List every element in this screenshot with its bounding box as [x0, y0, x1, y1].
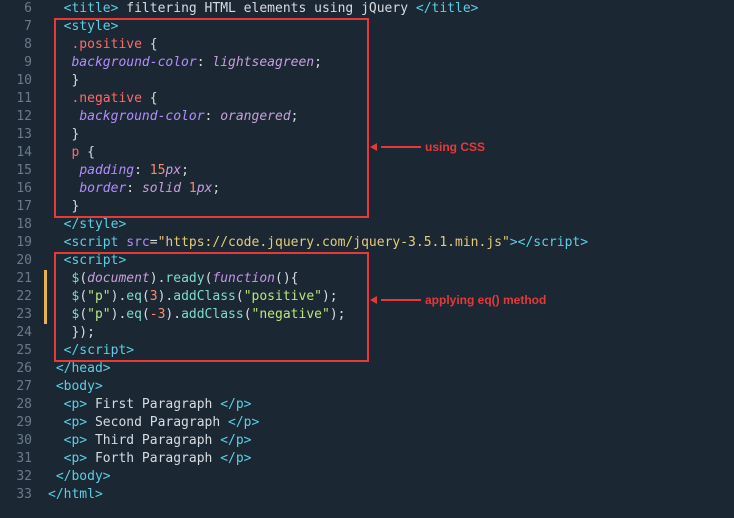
- line-number: 12: [0, 108, 48, 126]
- code-line[interactable]: 20 <script>: [0, 252, 734, 270]
- code-content[interactable]: <p> Second Paragraph </p>: [48, 414, 259, 432]
- code-line[interactable]: 6 <title> filtering HTML elements using …: [0, 0, 734, 18]
- code-line[interactable]: 22 $("p").eq(3).addClass("positive");: [0, 288, 734, 306]
- code-line[interactable]: 25 </script>: [0, 342, 734, 360]
- code-content[interactable]: </style>: [48, 216, 126, 234]
- line-number: 31: [0, 450, 48, 468]
- code-content[interactable]: $("p").eq(-3).addClass("negative");: [48, 306, 345, 324]
- line-number: 7: [0, 18, 48, 36]
- line-number: 9: [0, 54, 48, 72]
- code-content[interactable]: }: [48, 72, 79, 90]
- code-content[interactable]: .negative {: [48, 90, 158, 108]
- modified-indicator: [44, 270, 47, 324]
- code-content[interactable]: $("p").eq(3).addClass("positive");: [48, 288, 338, 306]
- code-content[interactable]: <body>: [48, 378, 103, 396]
- line-number: 14: [0, 144, 48, 162]
- line-number: 33: [0, 486, 48, 504]
- code-content[interactable]: background-color: lightseagreen;: [48, 54, 322, 72]
- line-number: 30: [0, 432, 48, 450]
- code-editor[interactable]: 6 <title> filtering HTML elements using …: [0, 0, 734, 504]
- line-number: 24: [0, 324, 48, 342]
- code-line[interactable]: 27 <body>: [0, 378, 734, 396]
- line-number: 25: [0, 342, 48, 360]
- code-line[interactable]: 13 }: [0, 126, 734, 144]
- line-number: 6: [0, 0, 48, 18]
- code-line[interactable]: 11 .negative {: [0, 90, 734, 108]
- code-line[interactable]: 18 </style>: [0, 216, 734, 234]
- code-line[interactable]: 21 $(document).ready(function(){: [0, 270, 734, 288]
- line-number: 28: [0, 396, 48, 414]
- code-content[interactable]: <p> Third Paragraph </p>: [48, 432, 252, 450]
- code-line[interactable]: 33</html>: [0, 486, 734, 504]
- code-content[interactable]: p {: [48, 144, 95, 162]
- code-content[interactable]: <script src="https://code.jquery.com/jqu…: [48, 234, 588, 252]
- line-number: 17: [0, 198, 48, 216]
- line-number: 11: [0, 90, 48, 108]
- code-line[interactable]: 32 </body>: [0, 468, 734, 486]
- code-line[interactable]: 19 <script src="https://code.jquery.com/…: [0, 234, 734, 252]
- code-content[interactable]: border: solid 1px;: [48, 180, 220, 198]
- code-content[interactable]: </head>: [48, 360, 111, 378]
- code-content[interactable]: <script>: [48, 252, 126, 270]
- code-line[interactable]: 8 .positive {: [0, 36, 734, 54]
- code-line[interactable]: 28 <p> First Paragraph </p>: [0, 396, 734, 414]
- line-number: 13: [0, 126, 48, 144]
- annotation-label-css: using CSS: [425, 138, 485, 156]
- code-content[interactable]: <title> filtering HTML elements using jQ…: [48, 0, 479, 18]
- code-content[interactable]: <p> Forth Paragraph </p>: [48, 450, 252, 468]
- annotation-arrow-css: using CSS: [370, 138, 485, 156]
- code-content[interactable]: <style>: [48, 18, 118, 36]
- line-number: 10: [0, 72, 48, 90]
- line-number: 18: [0, 216, 48, 234]
- code-content[interactable]: background-color: orangered;: [48, 108, 298, 126]
- code-line[interactable]: 24 });: [0, 324, 734, 342]
- code-line[interactable]: 31 <p> Forth Paragraph </p>: [0, 450, 734, 468]
- code-content[interactable]: $(document).ready(function(){: [48, 270, 299, 288]
- code-line[interactable]: 30 <p> Third Paragraph </p>: [0, 432, 734, 450]
- line-number: 19: [0, 234, 48, 252]
- code-line[interactable]: 10 }: [0, 72, 734, 90]
- line-number: 21: [0, 270, 48, 288]
- annotation-arrow-eq: applying eq() method: [370, 291, 546, 309]
- code-content[interactable]: <p> First Paragraph </p>: [48, 396, 252, 414]
- line-number: 26: [0, 360, 48, 378]
- annotation-label-eq: applying eq() method: [425, 291, 546, 309]
- line-number: 29: [0, 414, 48, 432]
- code-line[interactable]: 9 background-color: lightseagreen;: [0, 54, 734, 72]
- code-line[interactable]: 29 <p> Second Paragraph </p>: [0, 414, 734, 432]
- code-content[interactable]: </html>: [48, 486, 103, 504]
- code-content[interactable]: padding: 15px;: [48, 162, 189, 180]
- line-number: 20: [0, 252, 48, 270]
- code-line[interactable]: 12 background-color: orangered;: [0, 108, 734, 126]
- code-line[interactable]: 15 padding: 15px;: [0, 162, 734, 180]
- code-line[interactable]: 23 $("p").eq(-3).addClass("negative");: [0, 306, 734, 324]
- line-number: 22: [0, 288, 48, 306]
- code-line[interactable]: 17 }: [0, 198, 734, 216]
- code-content[interactable]: .positive {: [48, 36, 158, 54]
- line-number: 8: [0, 36, 48, 54]
- code-content[interactable]: }: [48, 198, 79, 216]
- code-content[interactable]: }: [48, 126, 79, 144]
- code-content[interactable]: </body>: [48, 468, 111, 486]
- code-line[interactable]: 14 p {: [0, 144, 734, 162]
- code-line[interactable]: 7 <style>: [0, 18, 734, 36]
- line-number: 15: [0, 162, 48, 180]
- code-line[interactable]: 16 border: solid 1px;: [0, 180, 734, 198]
- line-number: 16: [0, 180, 48, 198]
- line-number: 32: [0, 468, 48, 486]
- code-content[interactable]: </script>: [48, 342, 134, 360]
- code-content[interactable]: });: [48, 324, 95, 342]
- line-number: 27: [0, 378, 48, 396]
- line-number: 23: [0, 306, 48, 324]
- code-line[interactable]: 26 </head>: [0, 360, 734, 378]
